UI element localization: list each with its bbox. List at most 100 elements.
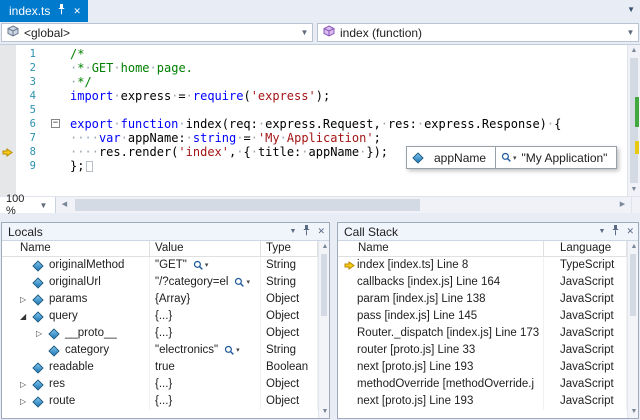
locals-row[interactable]: ▷res{...}Object bbox=[2, 376, 318, 393]
code-line[interactable]: 3·*/ bbox=[16, 75, 561, 89]
column-header-name[interactable]: Name bbox=[2, 241, 150, 256]
callstack-row[interactable]: router [proto.js] Line 33JavaScript bbox=[338, 342, 627, 359]
locals-row[interactable]: originalMethod"GET"▾String bbox=[2, 257, 318, 274]
code-line[interactable]: 4import·express·=·require('express'); bbox=[16, 89, 561, 103]
expand-icon[interactable]: ▷ bbox=[20, 393, 32, 410]
callstack-title-bar[interactable]: Call Stack ▼ ✕ bbox=[338, 223, 638, 241]
locals-rows: originalMethod"GET"▾StringoriginalUrl"/?… bbox=[2, 257, 318, 410]
scrollbar-thumb[interactable] bbox=[321, 254, 327, 316]
callstack-row[interactable]: param [index.js] Line 138JavaScript bbox=[338, 291, 627, 308]
fold-collapse-icon[interactable]: − bbox=[46, 117, 62, 131]
callstack-row[interactable]: next [proto.js] Line 193JavaScript bbox=[338, 359, 627, 376]
locals-row[interactable]: ▷params{Array}Object bbox=[2, 291, 318, 308]
member-dropdown[interactable]: index (function) ▼ bbox=[317, 23, 639, 42]
expand-icon[interactable]: ▷ bbox=[20, 291, 32, 308]
frame-name: methodOverride [methodOverride.j bbox=[357, 376, 534, 393]
line-number: 2 bbox=[16, 61, 46, 75]
whitespace-dot: · bbox=[178, 117, 185, 131]
document-list-chevron-icon[interactable]: ▼ bbox=[627, 5, 635, 14]
callstack-row[interactable]: methodOverride [methodOverride.j JavaScri… bbox=[338, 376, 627, 393]
locals-row[interactable]: category"electronics"▾String bbox=[2, 342, 318, 359]
expand-icon[interactable]: ▷ bbox=[20, 376, 32, 393]
chevron-down-icon[interactable]: ▼ bbox=[36, 201, 51, 210]
column-header-value[interactable]: Value bbox=[150, 241, 261, 256]
locals-vertical-scrollbar[interactable]: ▲ ▼ bbox=[318, 241, 329, 418]
magnifier-icon[interactable]: ▾ bbox=[224, 342, 240, 359]
close-icon[interactable]: ✕ bbox=[626, 226, 634, 237]
scrollbar-thumb[interactable] bbox=[630, 254, 636, 316]
editor-vertical-scrollbar[interactable]: ▲ ▼ bbox=[627, 45, 640, 196]
frame-language: JavaScript bbox=[544, 376, 627, 393]
column-header-name[interactable]: Name bbox=[338, 241, 544, 256]
whitespace-dot: · bbox=[113, 61, 120, 75]
locals-row[interactable]: ▷route{...}Object bbox=[2, 393, 318, 410]
whitespace-dot: · bbox=[150, 61, 157, 75]
code-line[interactable]: 2·*·GET·home·page. bbox=[16, 61, 561, 75]
fold-margin bbox=[46, 61, 62, 75]
pin-icon[interactable] bbox=[57, 4, 66, 18]
scroll-up-icon[interactable]: ▲ bbox=[628, 241, 640, 253]
locals-row[interactable]: ◢query{...}Object bbox=[2, 308, 318, 325]
line-number: 4 bbox=[16, 89, 46, 103]
chevron-down-icon[interactable]: ▼ bbox=[297, 28, 312, 37]
window-position-icon[interactable]: ▼ bbox=[599, 228, 606, 235]
panel-title: Call Stack bbox=[344, 225, 398, 239]
callstack-row[interactable]: pass [index.js] Line 145JavaScript bbox=[338, 308, 627, 325]
callstack-row[interactable]: callbacks [index.js] Line 164JavaScript bbox=[338, 274, 627, 291]
chevron-down-icon: ▾ bbox=[513, 154, 517, 162]
scroll-left-icon[interactable]: ◀ bbox=[56, 197, 73, 213]
navigation-bar: <global> ▼ index (function) ▼ bbox=[0, 22, 640, 45]
horizontal-scrollbar[interactable] bbox=[73, 197, 614, 213]
code-line[interactable]: 1 /* bbox=[16, 47, 561, 61]
expand-icon[interactable]: ▷ bbox=[36, 325, 48, 342]
fold-margin bbox=[46, 89, 62, 103]
scroll-up-icon[interactable]: ▲ bbox=[319, 241, 331, 253]
window-position-icon[interactable]: ▼ bbox=[290, 228, 297, 235]
code-line[interactable]: 5 bbox=[16, 103, 561, 117]
magnifier-icon[interactable]: ▾ bbox=[234, 274, 250, 291]
variable-value: {...} bbox=[155, 308, 172, 325]
code-line[interactable]: 6−export·function·index(req:·express.Req… bbox=[16, 117, 561, 131]
chevron-down-icon[interactable]: ▼ bbox=[623, 28, 638, 37]
callstack-row[interactable]: next [proto.js] Line 193JavaScript bbox=[338, 393, 627, 410]
datatip-value[interactable]: ▾ "My Application" bbox=[496, 146, 617, 169]
code-text: /* bbox=[62, 47, 84, 61]
magnifier-icon[interactable]: ▾ bbox=[501, 152, 517, 163]
locals-row[interactable]: originalUrl"/?category=el▾String bbox=[2, 274, 318, 291]
locals-row[interactable]: ▷__proto__{...}Object bbox=[2, 325, 318, 342]
column-header-type[interactable]: Type bbox=[261, 241, 318, 256]
pin-icon[interactable] bbox=[611, 225, 620, 239]
callstack-row[interactable]: Router._dispatch [index.js] Line 173Java… bbox=[338, 325, 627, 342]
column-header-language[interactable]: Language bbox=[544, 241, 627, 256]
whitespace-dot: · bbox=[113, 89, 120, 103]
scroll-down-icon[interactable]: ▼ bbox=[628, 406, 640, 418]
pin-icon[interactable] bbox=[302, 225, 311, 239]
tab-index-ts[interactable]: index.ts ✕ bbox=[0, 0, 88, 22]
scroll-down-icon[interactable]: ▼ bbox=[628, 184, 640, 196]
close-icon[interactable]: ✕ bbox=[73, 7, 81, 16]
locals-title-bar[interactable]: Locals ▼ ✕ bbox=[2, 223, 329, 241]
scroll-right-icon[interactable]: ▶ bbox=[614, 197, 631, 213]
callstack-vertical-scrollbar[interactable]: ▲ ▼ bbox=[627, 241, 638, 418]
scroll-up-icon[interactable]: ▲ bbox=[628, 45, 640, 57]
callstack-row[interactable]: index [index.ts] Line 8TypeScript bbox=[338, 257, 627, 274]
frame-name: callbacks [index.js] Line 164 bbox=[357, 274, 500, 291]
locals-grid: Name Value Type originalMethod"GET"▾Stri… bbox=[2, 241, 318, 418]
locals-row[interactable]: readabletrueBoolean bbox=[2, 359, 318, 376]
member-dropdown-value: index (function) bbox=[340, 26, 618, 40]
magnifier-icon[interactable]: ▾ bbox=[193, 257, 209, 274]
code-line[interactable]: 7····var·appName:·string·=·'My·Applicati… bbox=[16, 131, 561, 145]
scope-dropdown[interactable]: <global> ▼ bbox=[1, 23, 313, 42]
scroll-down-icon[interactable]: ▼ bbox=[319, 406, 331, 418]
zoom-dropdown[interactable]: 100 % ▼ bbox=[0, 197, 56, 213]
line-number: 1 bbox=[16, 47, 46, 61]
datatip-variable[interactable]: appName bbox=[406, 146, 496, 169]
scrollbar-thumb[interactable] bbox=[75, 199, 420, 211]
frame-language: JavaScript bbox=[544, 393, 627, 410]
collapse-icon[interactable]: ◢ bbox=[20, 308, 32, 325]
whitespace-dot: · bbox=[381, 117, 388, 131]
breakpoint-margin[interactable] bbox=[0, 45, 16, 196]
close-icon[interactable]: ✕ bbox=[317, 226, 325, 237]
code-editor[interactable]: 1/*2·*·GET·home·page.3·*/4import·express… bbox=[0, 45, 640, 196]
vs-debug-window: index.ts ✕ ▼ <global> ▼ index (function)… bbox=[0, 0, 640, 420]
